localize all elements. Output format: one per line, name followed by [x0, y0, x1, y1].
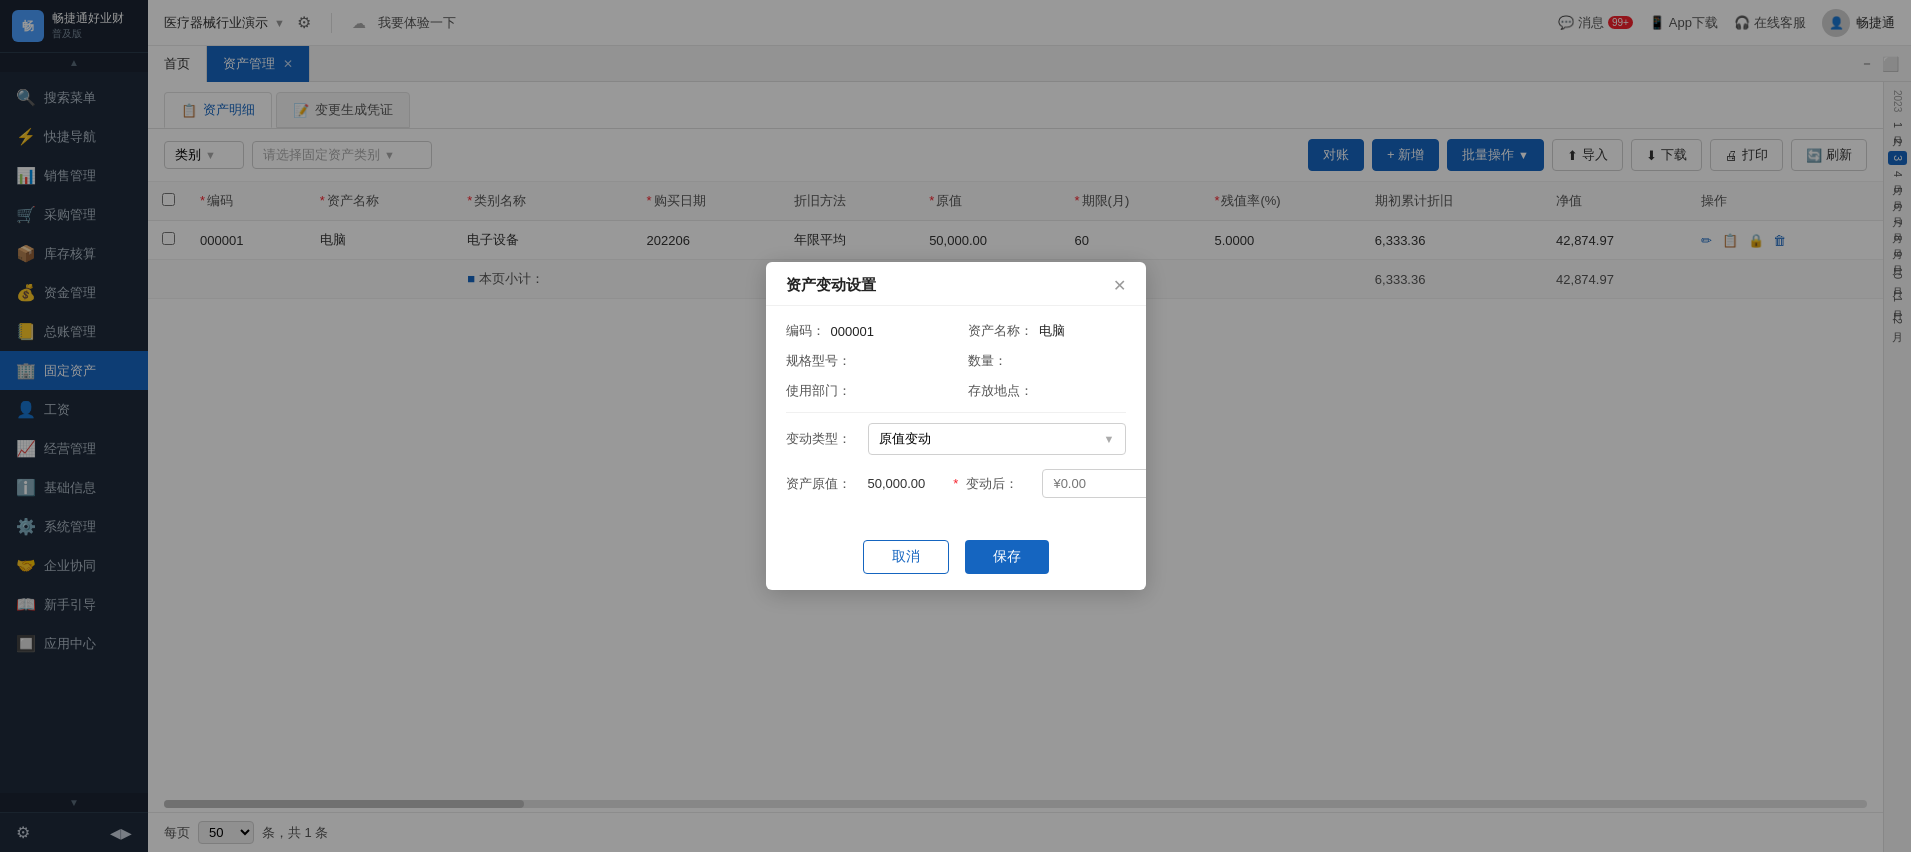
code-label: 编码：: [786, 322, 825, 340]
dialog-form-row-type: 变动类型： 原值变动 ▼: [786, 423, 1126, 455]
change-type-dropdown-icon: ▼: [1104, 433, 1115, 445]
dialog-row-1: 编码： 000001 资产名称： 电脑: [786, 322, 1126, 340]
change-type-value: 原值变动: [879, 430, 931, 448]
field-spec: 规格型号：: [786, 352, 944, 370]
dialog-form-row-value: 资产原值： 50,000.00 * 变动后：: [786, 469, 1126, 498]
dialog-header: 资产变动设置 ✕: [766, 262, 1146, 306]
name-label: 资产名称：: [968, 322, 1033, 340]
original-value-label: 资产原值：: [786, 475, 856, 493]
save-button[interactable]: 保存: [965, 540, 1049, 574]
after-change-input[interactable]: [1042, 469, 1145, 498]
change-type-label: 变动类型：: [786, 430, 856, 448]
name-value: 电脑: [1039, 322, 1065, 340]
required-star: *: [953, 476, 958, 491]
dialog-divider: [786, 412, 1126, 413]
field-location: 存放地点：: [968, 382, 1126, 400]
field-dept: 使用部门：: [786, 382, 944, 400]
dept-label: 使用部门：: [786, 382, 851, 400]
dialog-row-2: 规格型号： 数量：: [786, 352, 1126, 370]
quantity-label: 数量：: [968, 352, 1007, 370]
dialog-body: 编码： 000001 资产名称： 电脑 规格型号： 数量：: [766, 306, 1146, 528]
original-value-display: 50,000.00: [868, 476, 926, 491]
dialog-title: 资产变动设置: [786, 276, 876, 295]
field-code: 编码： 000001: [786, 322, 944, 340]
modal-overlay: 资产变动设置 ✕ 编码： 000001 资产名称： 电脑 规格型号：: [0, 0, 1911, 852]
save-label: 保存: [993, 548, 1021, 564]
location-label: 存放地点：: [968, 382, 1033, 400]
dialog-row-3: 使用部门： 存放地点：: [786, 382, 1126, 400]
code-value: 000001: [831, 324, 874, 339]
field-quantity: 数量：: [968, 352, 1126, 370]
cancel-button[interactable]: 取消: [863, 540, 949, 574]
after-change-label: 变动后：: [966, 475, 1036, 493]
cancel-label: 取消: [892, 548, 920, 564]
spec-label: 规格型号：: [786, 352, 851, 370]
dialog-footer: 取消 保存: [766, 528, 1146, 590]
field-name: 资产名称： 电脑: [968, 322, 1126, 340]
asset-change-dialog: 资产变动设置 ✕ 编码： 000001 资产名称： 电脑 规格型号：: [766, 262, 1146, 590]
dialog-close-icon[interactable]: ✕: [1113, 276, 1126, 295]
change-type-select[interactable]: 原值变动 ▼: [868, 423, 1126, 455]
